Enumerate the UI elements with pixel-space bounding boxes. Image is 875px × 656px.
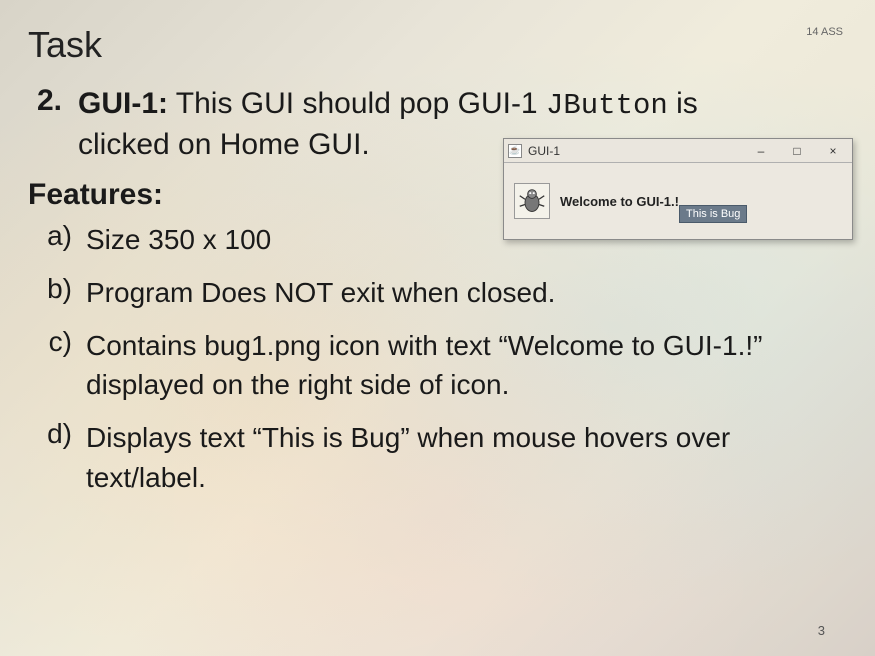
feature-text: Contains bug1.png icon with text “Welcom… xyxy=(86,326,847,404)
item-text-part-b: is xyxy=(668,87,698,120)
minimize-button[interactable]: – xyxy=(746,141,776,161)
feature-b: b) Program Does NOT exit when closed. xyxy=(38,273,847,312)
section-heading-task: Task xyxy=(28,24,847,66)
welcome-label[interactable]: Welcome to GUI-1.! xyxy=(560,194,679,209)
item-text-part-a: This GUI should pop GUI-1 xyxy=(176,87,546,120)
close-button[interactable]: × xyxy=(818,141,848,161)
feature-c: c) Contains bug1.png icon with text “Wel… xyxy=(38,326,847,404)
feature-text: Program Does NOT exit when closed. xyxy=(86,273,847,312)
page-corner-fragment: 14 ASS xyxy=(802,24,847,40)
item-label: GUI-1: xyxy=(78,87,168,120)
feature-text: Displays text “This is Bug” when mouse h… xyxy=(86,418,847,496)
feature-letter: a) xyxy=(38,220,72,252)
gui1-title-text: GUI-1 xyxy=(528,144,560,158)
item-number: 2. xyxy=(28,84,62,118)
bug-svg xyxy=(518,187,546,215)
java-app-icon: ☕ xyxy=(508,144,522,158)
item-code-jbutton: JButton xyxy=(546,89,668,122)
tooltip-this-is-bug: This is Bug xyxy=(679,205,747,223)
maximize-button[interactable]: □ xyxy=(782,141,812,161)
feature-letter: d) xyxy=(38,418,72,450)
gui1-titlebar: ☕ GUI-1 – □ × xyxy=(504,139,852,163)
item-text-line2: clicked on Home GUI. xyxy=(78,128,370,161)
features-list: a) Size 350 x 100 b) Program Does NOT ex… xyxy=(38,220,847,497)
feature-letter: c) xyxy=(38,326,72,358)
feature-letter: b) xyxy=(38,273,72,305)
gui1-window: ☕ GUI-1 – □ × Welcome to GUI-1.! This is… xyxy=(503,138,853,240)
bug-icon xyxy=(514,183,550,219)
feature-d: d) Displays text “This is Bug” when mous… xyxy=(38,418,847,496)
gui1-body: Welcome to GUI-1.! This is Bug xyxy=(504,163,852,239)
page-number: 3 xyxy=(818,623,825,638)
